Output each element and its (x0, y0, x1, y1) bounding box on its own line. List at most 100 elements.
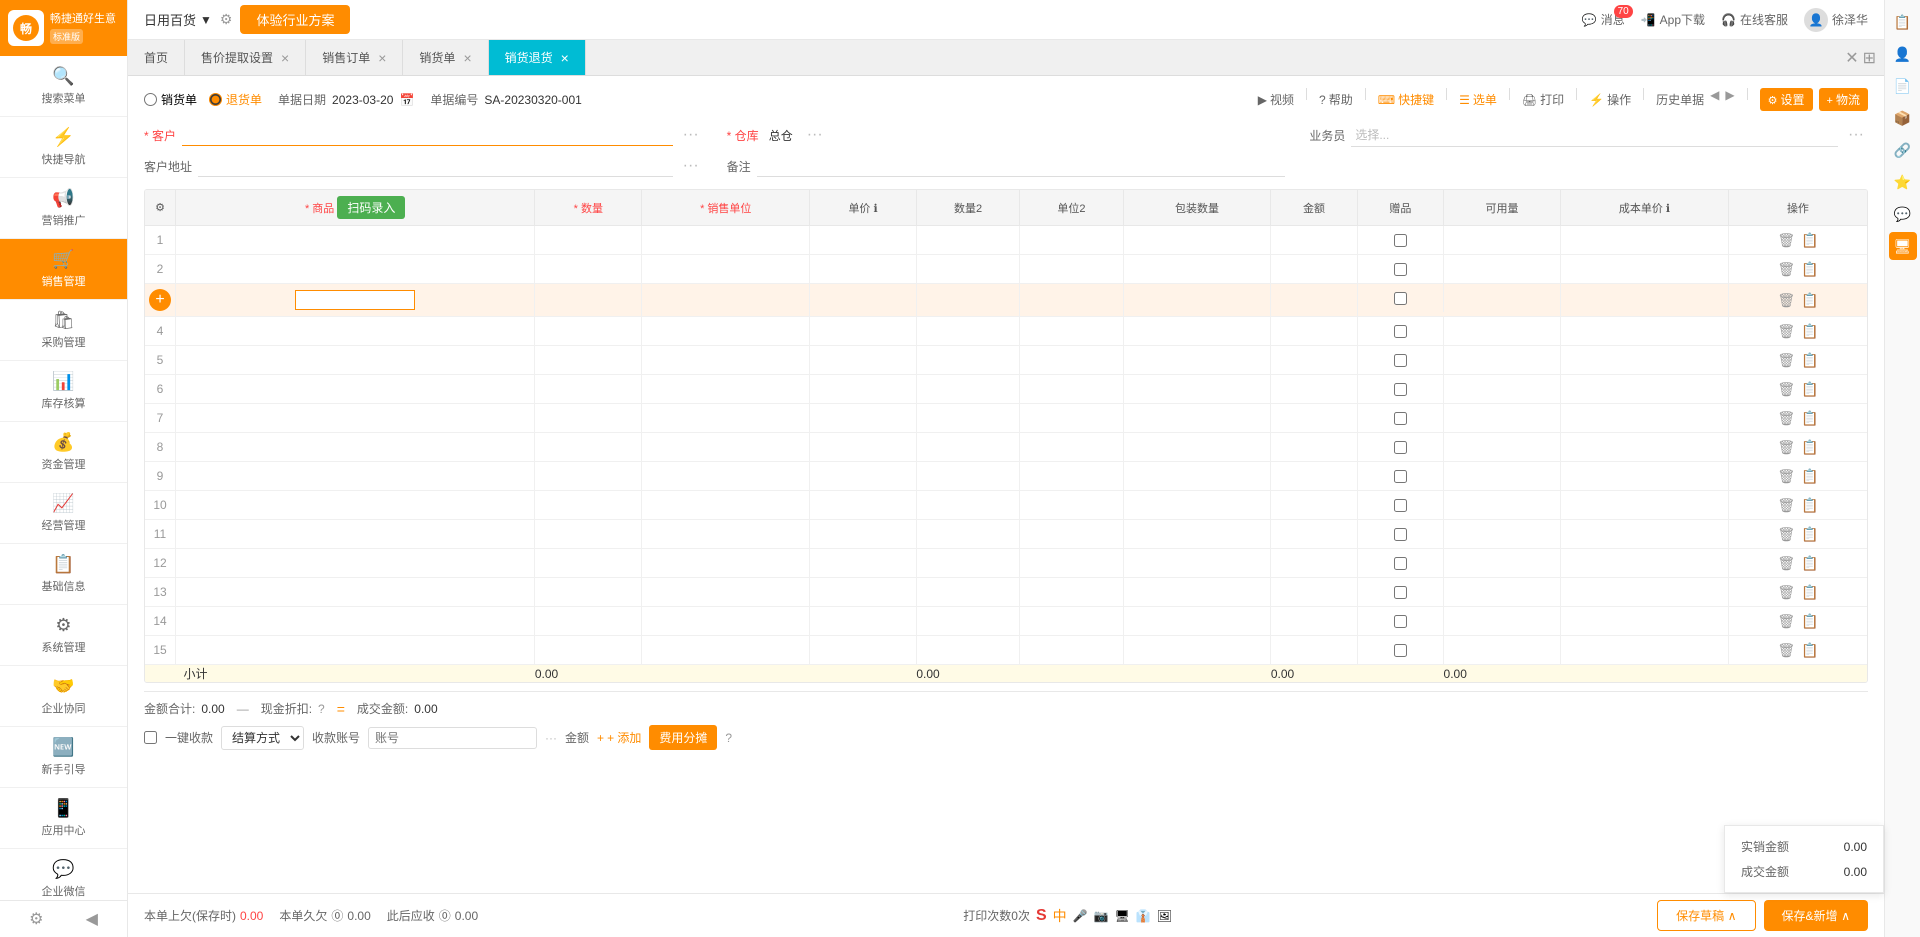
radio-sale[interactable] (144, 93, 157, 106)
sidebar-item-shortcut[interactable]: ⚡ 快捷导航 (0, 117, 127, 178)
customer-dots[interactable]: ··· (679, 126, 703, 144)
copy-row-icon-14[interactable]: 📋 (1801, 613, 1818, 630)
tab-menu-icon[interactable]: ⊞ (1863, 48, 1876, 68)
action-select[interactable]: ☰ 选单 (1459, 88, 1497, 111)
scan-btn[interactable]: 扫码录入 (337, 196, 405, 219)
user-profile-btn[interactable]: 👤 徐泽华 (1804, 8, 1868, 32)
tab-close-all-icon[interactable]: ✕ (1845, 48, 1858, 68)
staff-dots[interactable]: ··· (1844, 126, 1868, 144)
radio-return[interactable] (209, 93, 222, 106)
gift-checkbox-3[interactable] (1394, 292, 1407, 305)
sidebar-item-weixin[interactable]: 💬 企业微信 (0, 849, 127, 900)
gift-checkbox-14[interactable] (1394, 615, 1407, 628)
action-help[interactable]: ? 帮助 (1319, 88, 1353, 111)
right-panel-user[interactable]: 👤 (1889, 40, 1917, 68)
gift-checkbox-6[interactable] (1394, 383, 1407, 396)
copy-row-icon-13[interactable]: 📋 (1801, 584, 1818, 601)
tool-icon-mic[interactable]: 🎤 (1073, 909, 1088, 923)
copy-row-icon-9[interactable]: 📋 (1801, 468, 1818, 485)
copy-row-icon-7[interactable]: 📋 (1801, 410, 1818, 427)
calendar-icon[interactable]: 📅 (399, 93, 414, 107)
sidebar-item-system[interactable]: ⚙ 系统管理 (0, 605, 127, 666)
delete-row-icon-8[interactable]: 🗑 (1777, 439, 1795, 456)
gift-checkbox-13[interactable] (1394, 586, 1407, 599)
sidebar-item-purchase[interactable]: 🛍 采购管理 (0, 300, 127, 361)
expense-btn[interactable]: 费用分摊 (649, 725, 717, 750)
staff-input[interactable]: 选择... (1351, 123, 1838, 147)
right-panel-doc[interactable]: 📄 (1889, 72, 1917, 100)
gift-checkbox-11[interactable] (1394, 528, 1407, 541)
sidebar-item-finance[interactable]: 💰 资金管理 (0, 422, 127, 483)
gift-checkbox-5[interactable] (1394, 354, 1407, 367)
action-shortcut[interactable]: ⌨ 快捷键 (1378, 88, 1434, 111)
delete-row-icon-4[interactable]: 🗑 (1777, 323, 1795, 340)
right-panel-box[interactable]: 📦 (1889, 104, 1917, 132)
app-download-btn[interactable]: 📲 App下载 (1641, 11, 1705, 28)
experience-btn[interactable]: 体验行业方案 (240, 5, 350, 34)
delete-row-icon-1[interactable]: 🗑 (1777, 232, 1795, 249)
gift-checkbox-8[interactable] (1394, 441, 1407, 454)
right-panel-star[interactable]: ⭐ (1889, 168, 1917, 196)
delete-row-icon-14[interactable]: 🗑 (1777, 613, 1795, 630)
action-operate[interactable]: ⚡ 操作 (1589, 88, 1631, 111)
collapse-icon[interactable]: ◀ (86, 909, 98, 929)
topbar-gear-icon[interactable]: ⚙ (220, 11, 233, 28)
right-panel-monitor[interactable]: 🖥 (1889, 232, 1917, 260)
warehouse-dots[interactable]: ··· (803, 126, 827, 144)
save-new-btn[interactable]: 保存&新增 ∧ (1764, 900, 1868, 931)
gift-checkbox-9[interactable] (1394, 470, 1407, 483)
gift-checkbox-7[interactable] (1394, 412, 1407, 425)
sidebar-item-operations[interactable]: 📈 经营管理 (0, 483, 127, 544)
account-input[interactable] (368, 727, 537, 749)
right-panel-clipboard[interactable]: 📋 (1889, 8, 1917, 36)
action-history[interactable]: 历史单据 (1656, 88, 1704, 111)
next-icon[interactable]: ▶ (1725, 88, 1734, 111)
delete-row-icon-5[interactable]: 🗑 (1777, 352, 1795, 369)
tool-icon-img[interactable]: 🖼 (1157, 909, 1172, 923)
copy-row-icon-8[interactable]: 📋 (1801, 439, 1818, 456)
sidebar-item-guide[interactable]: 🆕 新手引导 (0, 727, 127, 788)
customer-input[interactable] (182, 124, 673, 146)
delete-row-icon-2[interactable]: 🗑 (1777, 261, 1795, 278)
action-print[interactable]: 🖨 打印 (1522, 88, 1564, 111)
add-payment-btn[interactable]: + + 添加 (597, 729, 641, 746)
tool-icon-screen[interactable]: 🖥 (1115, 909, 1130, 923)
copy-row-icon-2[interactable]: 📋 (1801, 261, 1818, 278)
sidebar-item-sales[interactable]: 🛒 销售管理 (0, 239, 127, 300)
tab-sales[interactable]: 销货单 × (403, 40, 488, 75)
address-input[interactable] (198, 155, 673, 177)
sidebar-item-basic[interactable]: 📋 基础信息 (0, 544, 127, 605)
address-dots[interactable]: ··· (679, 157, 703, 175)
one-click-payment-checkbox[interactable] (144, 731, 157, 744)
radio-return-label[interactable]: 退货单 (209, 91, 262, 108)
message-btn[interactable]: 💬 消息 70 (1582, 11, 1625, 28)
remark-input[interactable] (757, 155, 1286, 177)
right-panel-chat[interactable]: 💬 (1889, 200, 1917, 228)
sidebar-item-inventory[interactable]: 📊 库存核算 (0, 361, 127, 422)
delete-row-icon-11[interactable]: 🗑 (1777, 526, 1795, 543)
copy-row-icon-12[interactable]: 📋 (1801, 555, 1818, 572)
sidebar-item-marketing[interactable]: 📢 营销推广 (0, 178, 127, 239)
gift-checkbox-1[interactable] (1394, 234, 1407, 247)
copy-row-icon-3[interactable]: 📋 (1801, 292, 1818, 309)
copy-row-icon-1[interactable]: 📋 (1801, 232, 1818, 249)
delete-row-icon-12[interactable]: 🗑 (1777, 555, 1795, 572)
sidebar-item-app[interactable]: 📱 应用中心 (0, 788, 127, 849)
delete-row-icon-3[interactable]: 🗑 (1777, 292, 1795, 309)
save-draft-btn[interactable]: 保存草稿 ∧ (1657, 900, 1755, 931)
add-row-btn[interactable]: + (149, 289, 171, 311)
online-service-btn[interactable]: 🎧 在线客服 (1721, 11, 1788, 28)
right-panel-link[interactable]: 🔗 (1889, 136, 1917, 164)
tab-return[interactable]: 销货退货 × (489, 40, 586, 75)
discount-help-icon[interactable]: ? (318, 702, 325, 716)
copy-row-icon-6[interactable]: 📋 (1801, 381, 1818, 398)
action-settings-btn[interactable]: ⚙ 设置 (1760, 88, 1813, 111)
product-input-3[interactable] (295, 290, 415, 310)
tab-close-return[interactable]: × (561, 50, 569, 66)
action-logistics-btn[interactable]: + 物流 (1819, 88, 1869, 111)
business-selector[interactable]: 日用百货 ▼ (144, 10, 212, 29)
prev-icon[interactable]: ◀ (1710, 88, 1719, 111)
gift-checkbox-10[interactable] (1394, 499, 1407, 512)
tool-icon-cam[interactable]: 📷 (1094, 909, 1109, 923)
tool-icon-person[interactable]: 👔 (1136, 909, 1151, 923)
